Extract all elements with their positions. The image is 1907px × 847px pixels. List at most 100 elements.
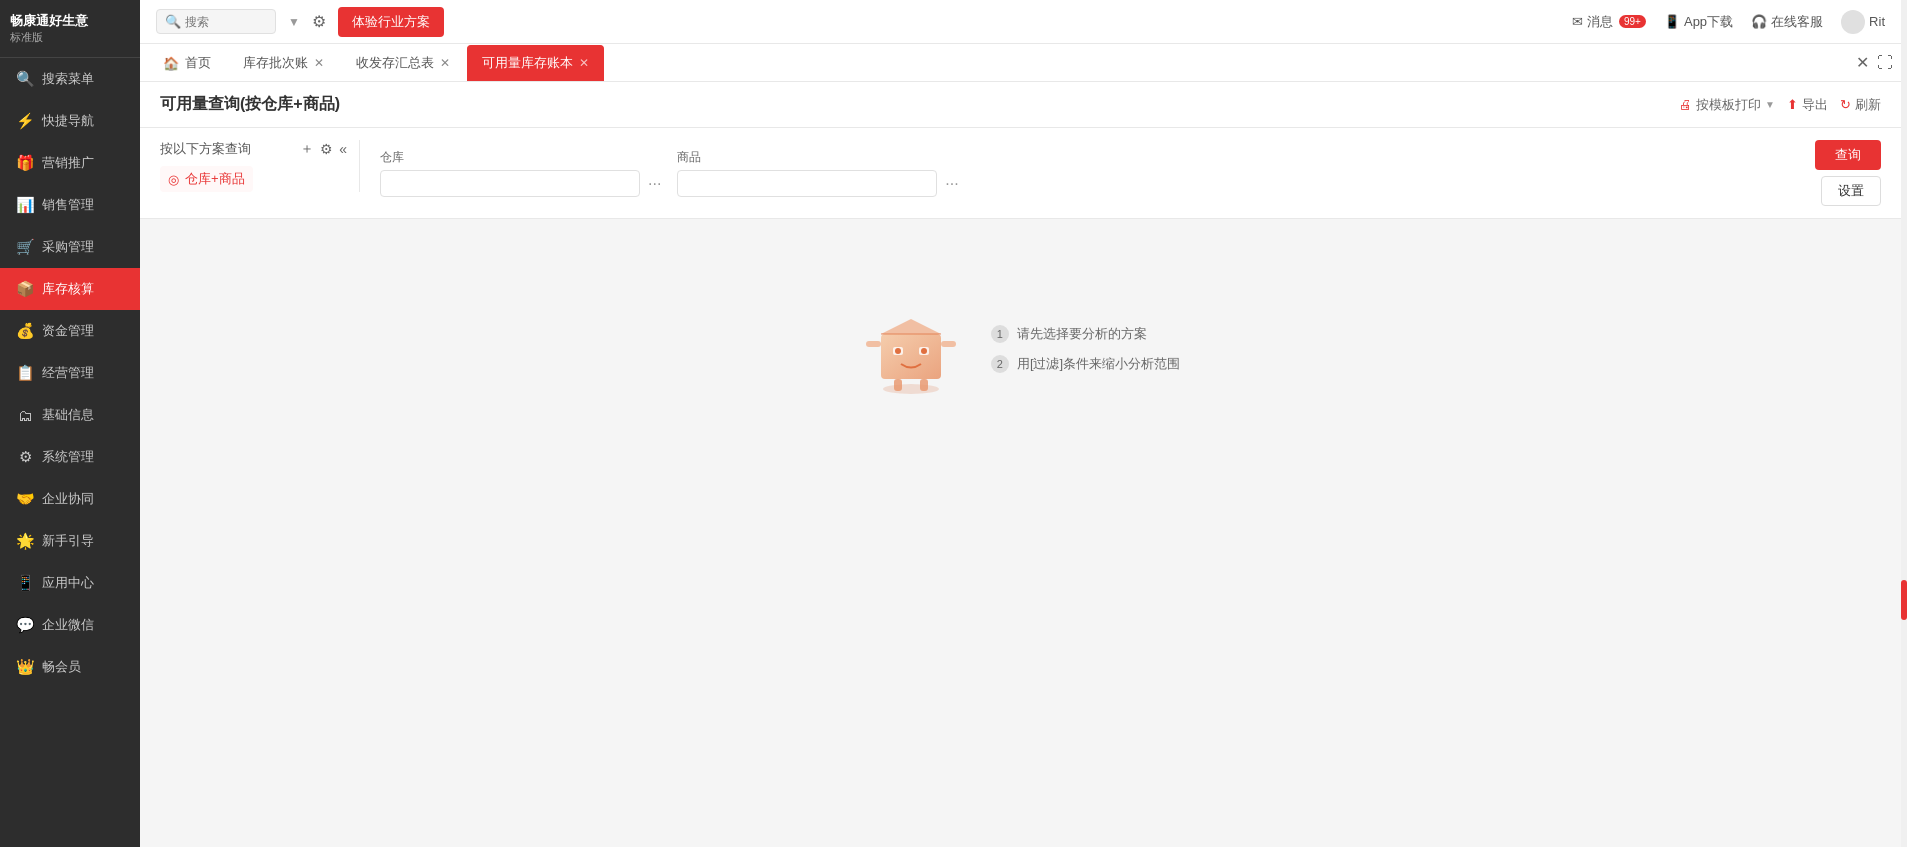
member-icon: 👑 <box>16 658 34 676</box>
sidebar-item-guide[interactable]: 🌟 新手引导 <box>0 520 140 562</box>
empty-tip-1: 1 请先选择要分析的方案 <box>991 325 1180 343</box>
close-icon[interactable]: ✕ <box>314 56 324 70</box>
query-btn[interactable]: 查询 <box>1815 140 1881 170</box>
user-info[interactable]: Rit <box>1841 10 1885 34</box>
shortcut-icon: ⚡ <box>16 112 34 130</box>
home-icon: 🏠 <box>163 56 179 71</box>
close-icon[interactable]: ✕ <box>579 56 589 70</box>
basic-icon: 🗂 <box>16 407 34 424</box>
goods-input[interactable] <box>677 170 937 197</box>
print-icon: 🖨 <box>1679 97 1692 112</box>
filter-scheme-label: 按以下方案查询 <box>160 140 251 158</box>
app-title: 畅康通好生意 <box>10 12 130 30</box>
sidebar-item-basic[interactable]: 🗂 基础信息 <box>0 394 140 436</box>
guide-icon: 🌟 <box>16 532 34 550</box>
tab-batch-account[interactable]: 库存批次账 ✕ <box>228 45 339 81</box>
scheme-item[interactable]: ◎ 仓库+商品 <box>160 166 253 192</box>
sidebar-logo: 畅康通好生意 标准版 <box>0 0 140 58</box>
gift-icon: 🎁 <box>16 154 34 172</box>
sidebar-item-wechat[interactable]: 💬 企业微信 <box>0 604 140 646</box>
tab-available-ledger[interactable]: 可用量库存账本 ✕ <box>467 45 604 81</box>
warehouse-input-row: ··· <box>380 170 661 197</box>
tip-num-1: 1 <box>991 325 1009 343</box>
sidebar-item-search[interactable]: 🔍 搜索菜单 <box>0 58 140 100</box>
export-btn[interactable]: ⬆ 导出 <box>1787 96 1828 114</box>
sidebar-item-marketing[interactable]: 🎁 营销推广 <box>0 142 140 184</box>
maximize-btn[interactable]: ⛶ <box>1877 54 1893 72</box>
search-input[interactable] <box>185 15 255 29</box>
sidebar-item-enterprise[interactable]: 🤝 企业协同 <box>0 478 140 520</box>
settings-btn[interactable]: 设置 <box>1821 176 1881 206</box>
app-download-btn[interactable]: 📱 App下载 <box>1664 13 1733 31</box>
svg-rect-8 <box>941 341 956 347</box>
print-label: 按模板打印 <box>1696 96 1761 114</box>
app-download-label: App下载 <box>1684 13 1733 31</box>
refresh-icon: ↻ <box>1840 97 1851 112</box>
sidebar-item-finance[interactable]: 💰 资金管理 <box>0 310 140 352</box>
chevron-down-icon: ▼ <box>1765 99 1775 110</box>
svg-point-6 <box>921 348 927 354</box>
sidebar: 畅康通好生意 标准版 🔍 搜索菜单 ⚡ 快捷导航 🎁 营销推广 📊 销售管理 🛒… <box>0 0 140 847</box>
app-icon: 📱 <box>1664 14 1680 29</box>
operation-icon: 📋 <box>16 364 34 382</box>
sidebar-item-label: 基础信息 <box>42 406 94 424</box>
filter-left-actions: ＋ ⚙ « <box>300 140 347 158</box>
online-service-btn[interactable]: 🎧 在线客服 <box>1751 13 1823 31</box>
tab-home[interactable]: 🏠 首页 <box>148 45 226 81</box>
message-label: 消息 <box>1587 13 1613 31</box>
gear-icon[interactable]: ⚙ <box>312 12 326 31</box>
sidebar-item-label: 畅会员 <box>42 658 81 676</box>
industry-btn[interactable]: 体验行业方案 <box>338 7 444 37</box>
goods-more-btn[interactable]: ··· <box>945 175 958 193</box>
empty-illustration <box>861 299 961 399</box>
tip-num-2: 2 <box>991 355 1009 373</box>
sidebar-item-label: 库存核算 <box>42 280 94 298</box>
right-scrollbar[interactable] <box>1901 0 1907 847</box>
sidebar-item-label: 企业微信 <box>42 616 94 634</box>
warehouse-more-btn[interactable]: ··· <box>648 175 661 193</box>
refresh-btn[interactable]: ↻ 刷新 <box>1840 96 1881 114</box>
goods-field: 商品 ··· <box>677 149 958 197</box>
collapse-btn[interactable]: « <box>339 141 347 157</box>
svg-marker-1 <box>881 319 941 334</box>
tabs-bar: 🏠 首页 库存批次账 ✕ 收发存汇总表 ✕ 可用量库存账本 ✕ ✕ ⛶ <box>140 44 1901 82</box>
search-icon: 🔍 <box>16 70 34 88</box>
tab-deposit-summary[interactable]: 收发存汇总表 ✕ <box>341 45 465 81</box>
empty-tips: 1 请先选择要分析的方案 2 用[过滤]条件来缩小分析范围 <box>991 325 1180 373</box>
page-header: 可用量查询(按仓库+商品) 🖨 按模板打印 ▼ ⬆ 导出 ↻ 刷新 <box>140 82 1901 128</box>
export-label: 导出 <box>1802 96 1828 114</box>
wechat-icon: 💬 <box>16 616 34 634</box>
sidebar-item-system[interactable]: ⚙ 系统管理 <box>0 436 140 478</box>
warehouse-label: 仓库 <box>380 149 661 166</box>
tab-available-ledger-label: 可用量库存账本 <box>482 54 573 72</box>
sidebar-item-label: 应用中心 <box>42 574 94 592</box>
enterprise-icon: 🤝 <box>16 490 34 508</box>
avatar <box>1841 10 1865 34</box>
sidebar-item-inventory[interactable]: 📦 库存核算 <box>0 268 140 310</box>
print-btn[interactable]: 🖨 按模板打印 ▼ <box>1679 96 1775 114</box>
inventory-icon: 📦 <box>16 280 34 298</box>
search-icon: 🔍 <box>165 14 181 29</box>
sidebar-item-label: 系统管理 <box>42 448 94 466</box>
settings-scheme-btn[interactable]: ⚙ <box>320 141 333 157</box>
topbar-search-box[interactable]: 🔍 <box>156 9 276 34</box>
sidebar-item-apps[interactable]: 📱 应用中心 <box>0 562 140 604</box>
close-icon[interactable]: ✕ <box>440 56 450 70</box>
topbar-right: ✉ 消息 99+ 📱 App下载 🎧 在线客服 Rit <box>1572 10 1885 34</box>
sidebar-item-operation[interactable]: 📋 经营管理 <box>0 352 140 394</box>
sidebar-item-member[interactable]: 👑 畅会员 <box>0 646 140 688</box>
add-scheme-btn[interactable]: ＋ <box>300 140 314 158</box>
svg-rect-0 <box>881 334 941 379</box>
warehouse-field: 仓库 ··· <box>380 149 661 197</box>
chevron-down-icon: ▼ <box>288 15 300 29</box>
finance-icon: 💰 <box>16 322 34 340</box>
message-btn[interactable]: ✉ 消息 99+ <box>1572 13 1646 31</box>
sidebar-item-purchase[interactable]: 🛒 采购管理 <box>0 226 140 268</box>
close-tab-btn[interactable]: ✕ <box>1856 53 1869 72</box>
scrollbar-thumb <box>1901 580 1907 620</box>
sidebar-item-label: 搜索菜单 <box>42 70 94 88</box>
warehouse-input[interactable] <box>380 170 640 197</box>
sidebar-item-shortcut[interactable]: ⚡ 快捷导航 <box>0 100 140 142</box>
tip-2-text: 用[过滤]条件来缩小分析范围 <box>1017 355 1180 373</box>
sidebar-item-sales[interactable]: 📊 销售管理 <box>0 184 140 226</box>
